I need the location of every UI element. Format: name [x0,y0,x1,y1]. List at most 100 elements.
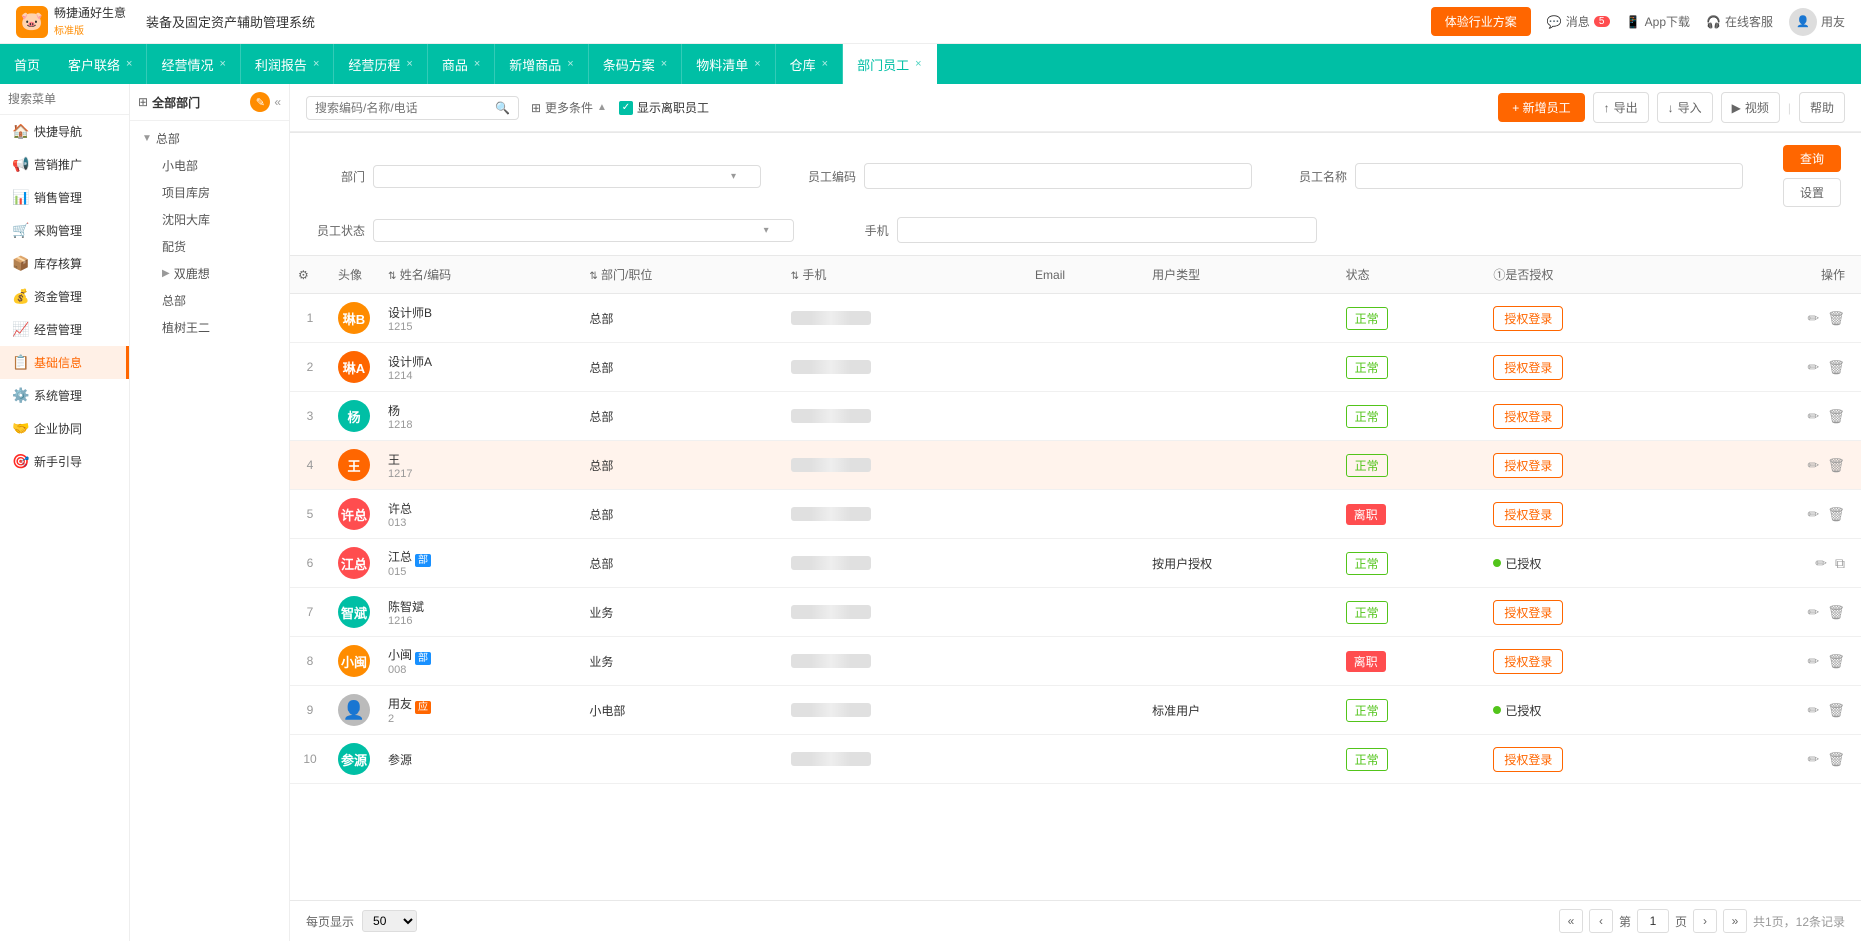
import-button[interactable]: ↓ 导入 [1657,92,1713,123]
tab-barcode[interactable]: 条码方案 × [589,44,682,84]
copy-icon[interactable]: ⧉ [1835,555,1845,572]
next-page-btn[interactable]: › [1693,909,1717,933]
auth-login-button[interactable]: 授权登录 [1493,649,1563,674]
trial-button[interactable]: 体验行业方案 [1431,7,1531,36]
dept-child-shenyang[interactable]: 沈阳大库 [154,206,289,233]
edit-icon[interactable]: ✏ [1807,310,1819,327]
auth-login-button[interactable]: 授权登录 [1493,355,1563,380]
edit-icon[interactable]: ✏ [1807,653,1819,670]
prev-page-btn[interactable]: ‹ [1589,909,1613,933]
sidebar-item-marketing[interactable]: 📢 营销推广 [0,148,129,181]
more-filter-btn[interactable]: ⊞ 更多条件 ▲ [531,99,607,116]
add-employee-button[interactable]: + 新增员工 [1498,93,1584,122]
sidebar-item-ops[interactable]: 📈 经营管理 [0,313,129,346]
delete-icon[interactable]: 🗑 [1827,604,1845,621]
dept-settings-btn[interactable]: ✎ [250,92,270,112]
online-service-btn[interactable]: 🎧 在线客服 [1706,13,1773,30]
dept-child-shuanglu[interactable]: ▶ 双鹿想 [154,260,289,287]
tab-customer[interactable]: 客户联络 × [54,44,147,84]
tab-dept-employee[interactable]: 部门员工 × [843,44,936,84]
tab-history[interactable]: 经营历程 × [334,44,427,84]
sidebar-item-purchase[interactable]: 🛒 采购管理 [0,214,129,247]
sidebar-item-nav[interactable]: 🏠 快捷导航 [0,115,129,148]
close-icon[interactable]: × [661,58,667,70]
close-icon[interactable]: × [474,58,480,70]
sidebar-item-system[interactable]: ⚙️ 系统管理 [0,379,129,412]
tab-profit[interactable]: 利润报告 × [241,44,334,84]
tab-operation[interactable]: 经营情况 × [147,44,240,84]
sidebar-item-sales[interactable]: 📊 销售管理 [0,181,129,214]
help-button[interactable]: 帮助 [1799,92,1845,123]
sidebar-item-finance[interactable]: 💰 资金管理 [0,280,129,313]
dept-child-zhishu[interactable]: 植树王二 [154,314,289,341]
emp-status-select[interactable]: ▾ [373,219,794,242]
delete-icon[interactable]: 🗑 [1827,751,1845,768]
auth-login-button[interactable]: 授权登录 [1493,453,1563,478]
delete-icon[interactable]: 🗑 [1827,408,1845,425]
sidebar-item-inventory[interactable]: 📦 库存核算 [0,247,129,280]
phone-input[interactable] [897,217,1318,243]
delete-icon[interactable]: 🗑 [1827,457,1845,474]
first-page-btn[interactable]: « [1559,909,1583,933]
last-page-btn[interactable]: » [1723,909,1747,933]
set-button[interactable]: 设置 [1783,178,1841,207]
search-button[interactable]: 查询 [1783,145,1841,172]
edit-icon[interactable]: ✏ [1815,555,1827,572]
sidebar-item-collab[interactable]: 🤝 企业协同 [0,412,129,445]
sidebar-item-guide[interactable]: 🎯 新手引导 [0,445,129,478]
dept-child-xiaodian[interactable]: 小电部 [154,152,289,179]
delete-icon[interactable]: 🗑 [1827,506,1845,523]
row-user-type [1144,637,1338,686]
tab-home[interactable]: 首页 [0,44,54,84]
user-avatar-area[interactable]: 👤 用友 [1789,8,1845,36]
close-icon[interactable]: × [754,58,760,70]
dept-node-head[interactable]: ▼ 总部 [130,125,289,152]
tab-add-goods[interactable]: 新增商品 × [495,44,588,84]
close-icon[interactable]: × [406,58,412,70]
sidebar-item-basic[interactable]: 📋 基础信息 [0,346,129,379]
auth-login-button[interactable]: 授权登录 [1493,747,1563,772]
close-icon[interactable]: × [567,58,573,70]
edit-icon[interactable]: ✏ [1807,408,1819,425]
edit-icon[interactable]: ✏ [1807,702,1819,719]
close-icon[interactable]: × [219,58,225,70]
delete-icon[interactable]: 🗑 [1827,310,1845,327]
delete-icon[interactable]: 🗑 [1827,359,1845,376]
page-size-select[interactable]: 50 100 200 [362,910,417,932]
edit-icon[interactable]: ✏ [1807,359,1819,376]
search-menu-input[interactable] [8,92,130,106]
close-icon-active[interactable]: × [915,58,921,70]
settings-icon[interactable]: ⚙ [298,268,309,282]
auth-login-button[interactable]: 授权登录 [1493,404,1563,429]
edit-icon[interactable]: ✏ [1807,604,1819,621]
app-download-btn[interactable]: 📱 App下载 [1626,13,1690,30]
emp-name-input[interactable] [1355,163,1743,189]
close-icon[interactable]: × [822,58,828,70]
col-settings-header[interactable]: ⚙ [290,256,330,294]
emp-code-input[interactable] [864,163,1252,189]
export-button[interactable]: ↑ 导出 [1593,92,1649,123]
delete-icon[interactable]: 🗑 [1827,702,1845,719]
view-button[interactable]: ▶ 视频 [1721,92,1780,123]
message-btn[interactable]: 💬 消息 5 [1547,13,1610,30]
dept-collapse-btn[interactable]: « [274,95,281,109]
row-num: 9 [290,686,330,735]
auth-login-button[interactable]: 授权登录 [1493,502,1563,527]
edit-icon[interactable]: ✏ [1807,457,1819,474]
dept-child-distribution[interactable]: 配货 [154,233,289,260]
search-input[interactable] [315,101,495,115]
auth-login-button[interactable]: 授权登录 [1493,306,1563,331]
edit-icon[interactable]: ✏ [1807,751,1819,768]
tab-goods[interactable]: 商品 × [428,44,495,84]
tab-warehouse[interactable]: 仓库 × [776,44,843,84]
dept-child-headquarters[interactable]: 总部 [154,287,289,314]
show-resigned-toggle[interactable]: ✓ 显示离职员工 [619,99,709,116]
delete-icon[interactable]: 🗑 [1827,653,1845,670]
auth-login-button[interactable]: 授权登录 [1493,600,1563,625]
dept-child-project[interactable]: 项目库房 [154,179,289,206]
close-icon[interactable]: × [313,58,319,70]
tab-bom[interactable]: 物料清单 × [682,44,775,84]
dept-select[interactable]: ▾ [373,165,761,188]
edit-icon[interactable]: ✏ [1807,506,1819,523]
close-icon[interactable]: × [126,58,132,70]
